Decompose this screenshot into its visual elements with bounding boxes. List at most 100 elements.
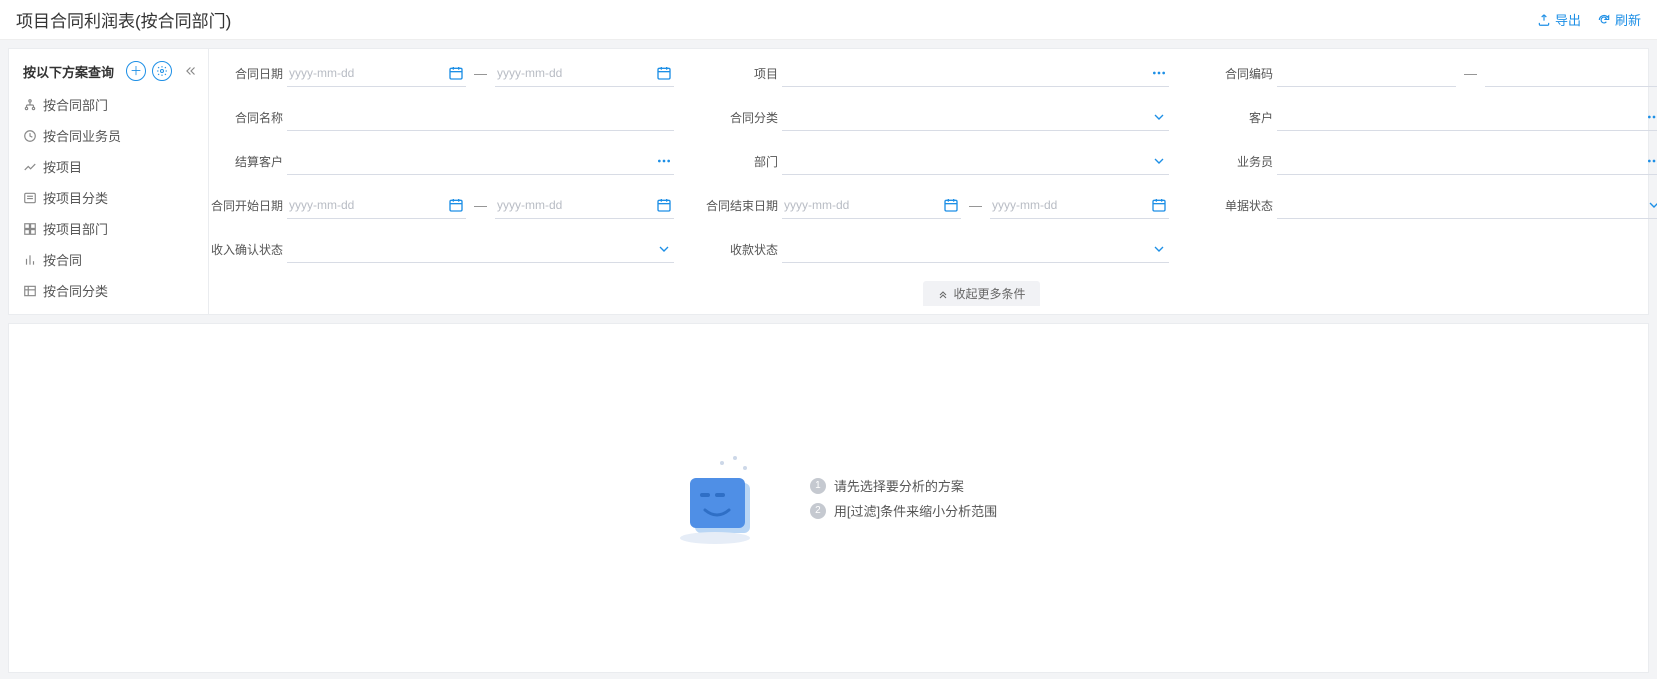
sidebar-item-contract[interactable]: 按合同: [9, 244, 208, 275]
sidebar-item-contract-salesman[interactable]: 按合同业务员: [9, 120, 208, 151]
field-label: 客户: [1199, 109, 1277, 126]
sidebar-item-contract-class[interactable]: 按合同分类: [9, 275, 208, 306]
scheme-settings-button[interactable]: [152, 61, 172, 81]
field-label: 业务员: [1199, 153, 1277, 170]
sidebar-item-contract-dept[interactable]: 按合同部门: [9, 89, 208, 120]
collapse-sidebar-button[interactable]: [182, 62, 200, 80]
chevron-double-up-icon: [937, 288, 949, 300]
contract-end-to-input[interactable]: [990, 191, 1169, 219]
plus-icon: ＋: [130, 65, 142, 77]
field-label: 结算客户: [209, 153, 287, 170]
sidebar-item-label: 按项目分类: [43, 188, 108, 207]
field-label: 合同分类: [704, 109, 782, 126]
contract-date-to-input[interactable]: [495, 59, 674, 87]
contract-end-from-input[interactable]: [782, 191, 961, 219]
field-customer: 客户: [1199, 103, 1657, 131]
collapse-label: 收起更多条件: [953, 285, 1025, 302]
bill-status-select[interactable]: [1277, 191, 1657, 219]
sidebar-item-project[interactable]: 按项目: [9, 151, 208, 182]
income-status-select[interactable]: [287, 235, 674, 263]
bar-icon: [23, 253, 37, 267]
refresh-button[interactable]: 刷新: [1597, 10, 1641, 29]
export-label: 导出: [1555, 10, 1581, 29]
field-label: 合同日期: [209, 65, 287, 82]
step-text: 用[过滤]条件来缩小分析范围: [834, 501, 997, 520]
empty-step-1: 1 请先选择要分析的方案: [810, 476, 997, 495]
collapse-filters-button[interactable]: 收起更多条件: [923, 281, 1039, 306]
step-number: 2: [810, 503, 826, 519]
export-icon: [1537, 13, 1551, 27]
settle-customer-input[interactable]: [287, 147, 674, 175]
sidebar-item-label: 按合同业务员: [43, 126, 121, 145]
range-dash: —: [472, 66, 489, 81]
field-contract-start: 合同开始日期 —: [209, 191, 674, 219]
contract-name-input[interactable]: [287, 103, 674, 131]
step-number: 1: [810, 478, 826, 494]
field-label: 收入确认状态: [209, 241, 287, 258]
field-label: 项目: [704, 65, 782, 82]
page-header: 项目合同利润表(按合同部门) 导出 刷新: [0, 0, 1657, 40]
field-contract-class: 合同分类: [704, 103, 1169, 131]
org-icon: [23, 98, 37, 112]
sidebar-item-label: 按合同分类: [43, 281, 108, 300]
project-input[interactable]: [782, 59, 1169, 87]
sidebar-item-label: 按项目部门: [43, 219, 108, 238]
chart-icon: [23, 160, 37, 174]
sidebar-item-label: 按合同: [43, 250, 82, 269]
field-contract-date: 合同日期 —: [209, 59, 674, 87]
clock-icon: [23, 129, 37, 143]
field-contract-name: 合同名称: [209, 103, 674, 131]
empty-step-2: 2 用[过滤]条件来缩小分析范围: [810, 501, 997, 520]
refresh-label: 刷新: [1615, 10, 1641, 29]
contract-date-from-input[interactable]: [287, 59, 466, 87]
range-dash: —: [1462, 66, 1479, 81]
empty-state: 1 请先选择要分析的方案 2 用[过滤]条件来缩小分析范围: [8, 323, 1649, 673]
field-income-status: 收入确认状态: [209, 235, 674, 263]
field-dept: 部门: [704, 147, 1169, 175]
field-project: 项目: [704, 59, 1169, 87]
field-contract-end: 合同结束日期 —: [704, 191, 1169, 219]
sidebar-item-label: 按合同部门: [43, 95, 108, 114]
scheme-sidebar: 按以下方案查询 ＋ 按合同部门 按合同业务员 按项目 按项目分类: [9, 49, 209, 314]
contract-code-to-input[interactable]: [1485, 59, 1657, 87]
chevron-double-left-icon: [184, 64, 198, 78]
contract-code-from-input[interactable]: [1277, 59, 1456, 87]
customer-input[interactable]: [1277, 103, 1657, 131]
export-button[interactable]: 导出: [1537, 10, 1581, 29]
sidebar-item-label: 按项目: [43, 157, 82, 176]
field-bill-status: 单据状态: [1199, 191, 1657, 219]
sidebar-item-project-dept[interactable]: 按项目部门: [9, 213, 208, 244]
sidebar-item-project-class[interactable]: 按项目分类: [9, 182, 208, 213]
filter-panel: 按以下方案查询 ＋ 按合同部门 按合同业务员 按项目 按项目分类: [8, 48, 1649, 315]
empty-steps: 1 请先选择要分析的方案 2 用[过滤]条件来缩小分析范围: [810, 470, 997, 526]
add-scheme-button[interactable]: ＋: [126, 61, 146, 81]
field-salesman: 业务员: [1199, 147, 1657, 175]
grid-icon: [23, 222, 37, 236]
field-label: 合同结束日期: [704, 197, 782, 214]
receipt-status-select[interactable]: [782, 235, 1169, 263]
sidebar-head: 按以下方案查询 ＋: [9, 57, 208, 89]
page-title: 项目合同利润表(按合同部门): [16, 7, 231, 32]
field-label: 合同编码: [1199, 65, 1277, 82]
dept-select[interactable]: [782, 147, 1169, 175]
field-label: 合同名称: [209, 109, 287, 126]
field-label: 单据状态: [1199, 197, 1277, 214]
refresh-icon: [1597, 13, 1611, 27]
salesman-input[interactable]: [1277, 147, 1657, 175]
field-label: 合同开始日期: [209, 197, 287, 214]
gear-icon: [156, 65, 168, 77]
field-settle-customer: 结算客户: [209, 147, 674, 175]
field-label: 部门: [704, 153, 782, 170]
empty-illustration: [660, 438, 780, 558]
field-label: 收款状态: [704, 241, 782, 258]
range-dash: —: [472, 198, 489, 213]
contract-start-to-input[interactable]: [495, 191, 674, 219]
field-receipt-status: 收款状态: [704, 235, 1169, 263]
table-icon: [23, 284, 37, 298]
range-dash: —: [967, 198, 984, 213]
step-text: 请先选择要分析的方案: [834, 476, 964, 495]
filter-area: 查询 设置 合同日期 —: [209, 49, 1657, 314]
sidebar-title: 按以下方案查询: [23, 62, 120, 81]
contract-class-select[interactable]: [782, 103, 1169, 131]
contract-start-from-input[interactable]: [287, 191, 466, 219]
